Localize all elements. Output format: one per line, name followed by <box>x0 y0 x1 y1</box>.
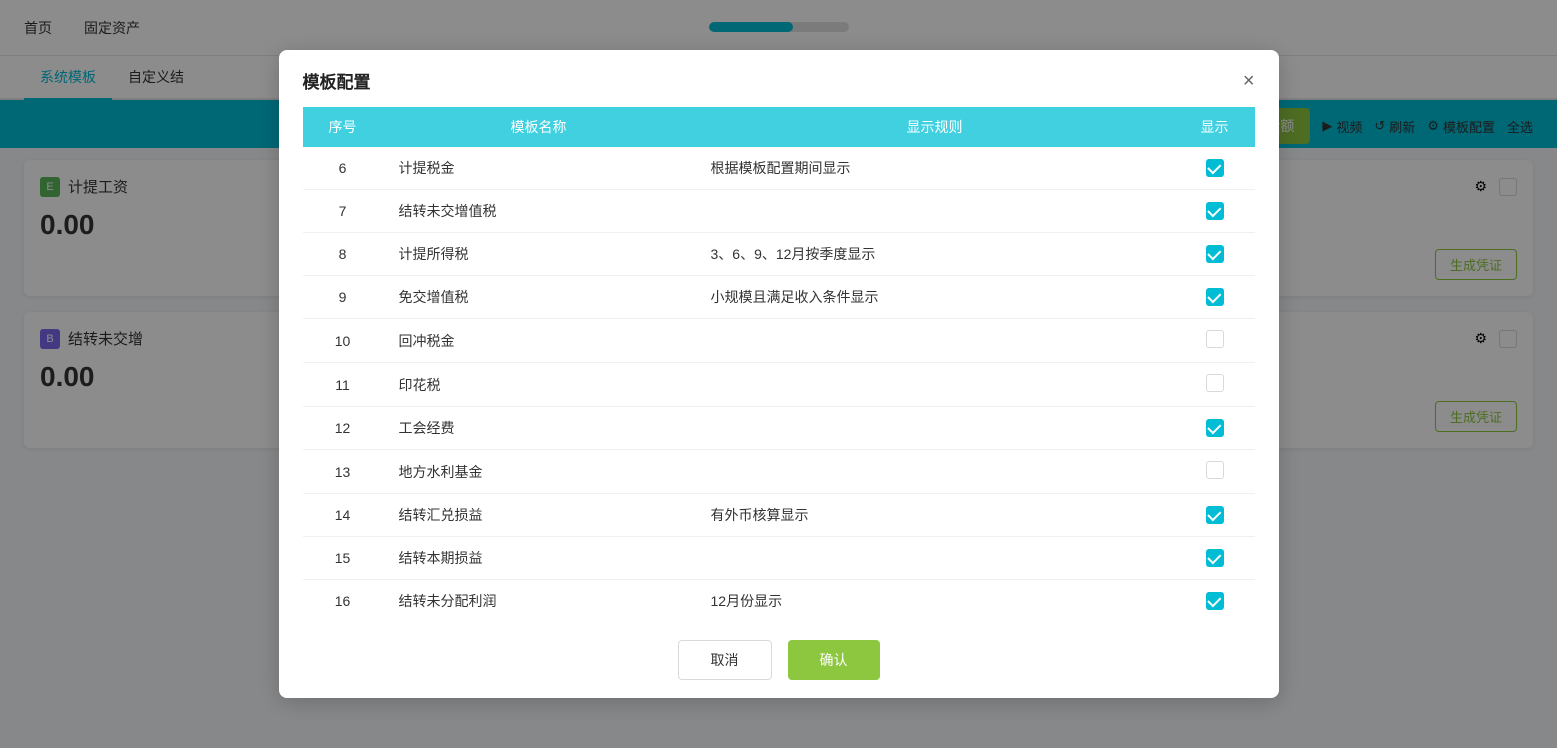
cell-rule: 3、6、9、12月按季度显示 <box>695 233 1175 276</box>
cell-id: 9 <box>303 276 383 319</box>
cell-checkbox <box>1175 580 1255 623</box>
cell-name: 免交增值税 <box>383 276 695 319</box>
checkbox-checked[interactable] <box>1206 288 1224 306</box>
cell-rule <box>695 450 1175 494</box>
modal-close-button[interactable]: × <box>1243 71 1255 91</box>
confirm-button[interactable]: 确认 <box>788 640 880 680</box>
cell-name: 结转汇兑损益 <box>383 494 695 537</box>
cell-rule <box>695 190 1175 233</box>
checkbox-checked[interactable] <box>1206 159 1224 177</box>
cell-checkbox <box>1175 190 1255 233</box>
table-row: 16结转未分配利润12月份显示 <box>303 580 1255 623</box>
cell-name: 结转未交增值税 <box>383 190 695 233</box>
cell-name: 地方水利基金 <box>383 450 695 494</box>
cell-rule <box>695 407 1175 450</box>
cell-id: 13 <box>303 450 383 494</box>
cell-checkbox <box>1175 494 1255 537</box>
table-row: 9免交增值税小规模且满足收入条件显示 <box>303 276 1255 319</box>
checkbox-unchecked[interactable] <box>1206 461 1224 479</box>
col-header-display: 显示 <box>1175 107 1255 147</box>
cell-rule: 根据模板配置期间显示 <box>695 147 1175 190</box>
table-row: 14结转汇兑损益有外币核算显示 <box>303 494 1255 537</box>
modal-body: 序号 模板名称 显示规则 显示 6计提税金根据模板配置期间显示7结转未交增值税8… <box>279 107 1279 622</box>
template-config-modal: 模板配置 × 序号 模板名称 显示规则 显示 6计提税金根据模板配置期间显示7结… <box>279 50 1279 698</box>
cell-checkbox <box>1175 363 1255 407</box>
table-row: 8计提所得税3、6、9、12月按季度显示 <box>303 233 1255 276</box>
cell-id: 15 <box>303 537 383 580</box>
table-row: 7结转未交增值税 <box>303 190 1255 233</box>
table-row: 6计提税金根据模板配置期间显示 <box>303 147 1255 190</box>
cell-name: 回冲税金 <box>383 319 695 363</box>
table-row: 15结转本期损益 <box>303 537 1255 580</box>
cell-rule <box>695 537 1175 580</box>
modal-title: 模板配置 <box>303 68 371 93</box>
cell-name: 工会经费 <box>383 407 695 450</box>
checkbox-checked[interactable] <box>1206 592 1224 610</box>
cell-name: 结转本期损益 <box>383 537 695 580</box>
table-row: 13地方水利基金 <box>303 450 1255 494</box>
cell-id: 12 <box>303 407 383 450</box>
checkbox-checked[interactable] <box>1206 419 1224 437</box>
cell-id: 16 <box>303 580 383 623</box>
checkbox-checked[interactable] <box>1206 202 1224 220</box>
cell-id: 6 <box>303 147 383 190</box>
cell-id: 14 <box>303 494 383 537</box>
cell-checkbox <box>1175 233 1255 276</box>
cell-checkbox <box>1175 147 1255 190</box>
cell-checkbox <box>1175 537 1255 580</box>
table-row: 11印花税 <box>303 363 1255 407</box>
checkbox-checked[interactable] <box>1206 506 1224 524</box>
cell-name: 结转未分配利润 <box>383 580 695 623</box>
table-row: 10回冲税金 <box>303 319 1255 363</box>
cell-rule: 小规模且满足收入条件显示 <box>695 276 1175 319</box>
cell-id: 11 <box>303 363 383 407</box>
col-header-id: 序号 <box>303 107 383 147</box>
cell-id: 10 <box>303 319 383 363</box>
cancel-button[interactable]: 取消 <box>678 640 772 680</box>
modal-header: 模板配置 × <box>279 50 1279 107</box>
cell-rule <box>695 319 1175 363</box>
cell-id: 8 <box>303 233 383 276</box>
checkbox-unchecked[interactable] <box>1206 330 1224 348</box>
table-row: 12工会经费 <box>303 407 1255 450</box>
col-header-rule: 显示规则 <box>695 107 1175 147</box>
cell-rule: 12月份显示 <box>695 580 1175 623</box>
modal-overlay: 模板配置 × 序号 模板名称 显示规则 显示 6计提税金根据模板配置期间显示7结… <box>0 0 1557 748</box>
cell-name: 计提所得税 <box>383 233 695 276</box>
cell-checkbox <box>1175 450 1255 494</box>
cell-rule <box>695 363 1175 407</box>
checkbox-unchecked[interactable] <box>1206 374 1224 392</box>
cell-checkbox <box>1175 319 1255 363</box>
cell-name: 印花税 <box>383 363 695 407</box>
cell-checkbox <box>1175 407 1255 450</box>
col-header-name: 模板名称 <box>383 107 695 147</box>
cell-name: 计提税金 <box>383 147 695 190</box>
modal-footer: 取消 确认 <box>279 622 1279 698</box>
cell-id: 7 <box>303 190 383 233</box>
cell-rule: 有外币核算显示 <box>695 494 1175 537</box>
checkbox-checked[interactable] <box>1206 245 1224 263</box>
config-table: 序号 模板名称 显示规则 显示 6计提税金根据模板配置期间显示7结转未交增值税8… <box>303 107 1255 622</box>
checkbox-checked[interactable] <box>1206 549 1224 567</box>
cell-checkbox <box>1175 276 1255 319</box>
